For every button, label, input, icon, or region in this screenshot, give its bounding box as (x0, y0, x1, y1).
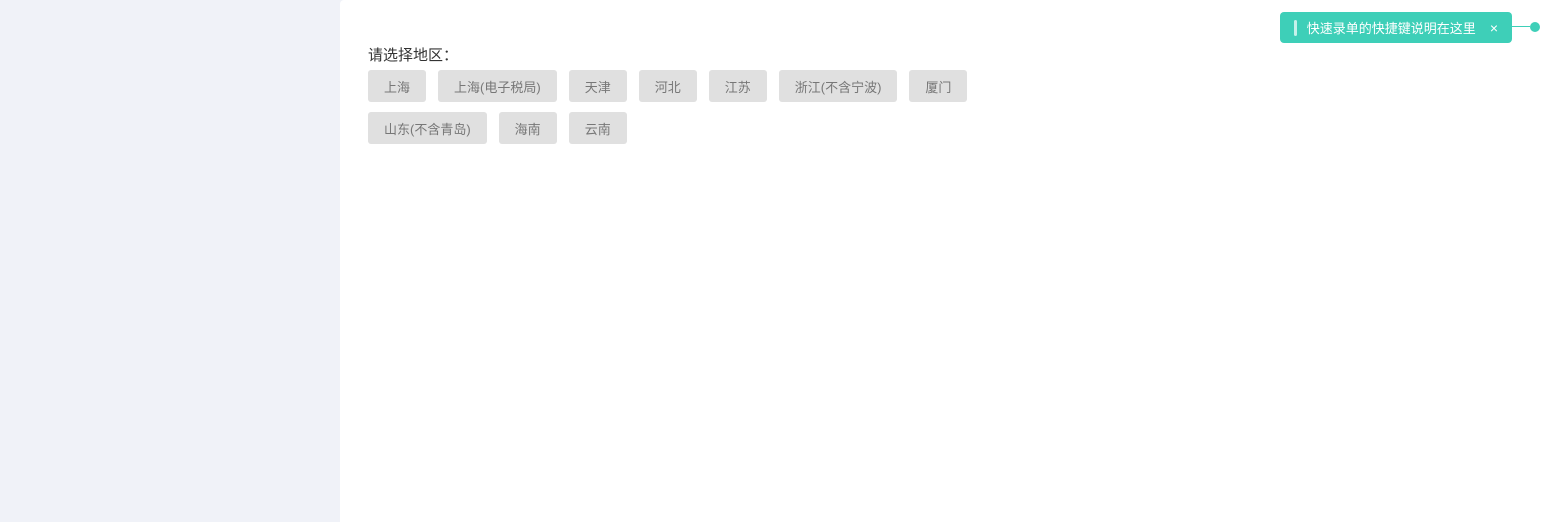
main-content: 请选择地区： 上海上海(电子税局) 天津河北江苏浙江(不含宁波) 厦门 山东(不含青… (340, 0, 1562, 522)
region-button-xiamen[interactable]: 厦门 (909, 70, 967, 102)
region-button-zhejiang[interactable]: 浙江(不含宁波) (779, 70, 898, 102)
tooltip-dot (1530, 22, 1540, 32)
tooltip-close-button[interactable]: × (1490, 20, 1498, 36)
region-button-shandong[interactable]: 山东(不含青岛) (368, 112, 487, 144)
sidebar (0, 0, 340, 522)
page-label: 请选择地区： (368, 44, 458, 65)
tooltip-bar (1294, 20, 1297, 36)
region-button-hainan[interactable]: 海南 (499, 112, 557, 144)
region-button-tianjin[interactable]: 天津 (569, 70, 627, 102)
tooltip-banner: 快速录单的快捷键说明在这里 × (1280, 12, 1512, 43)
region-button-shanghai[interactable]: 上海 (368, 70, 426, 102)
region-button-hebei[interactable]: 河北 (639, 70, 697, 102)
region-buttons-row1: 上海上海(电子税局) 天津河北江苏浙江(不含宁波) 厦门 (368, 70, 967, 102)
region-button-yunnan[interactable]: 云南 (569, 112, 627, 144)
tooltip-text: 快速录单的快捷键说明在这里 (1307, 18, 1476, 37)
region-buttons-row2: 山东(不含青岛) 海南云南 (368, 112, 627, 144)
region-button-shanghai-etax[interactable]: 上海(电子税局) (438, 70, 557, 102)
region-button-jiangsu[interactable]: 江苏 (709, 70, 767, 102)
tooltip-line (1510, 26, 1530, 27)
